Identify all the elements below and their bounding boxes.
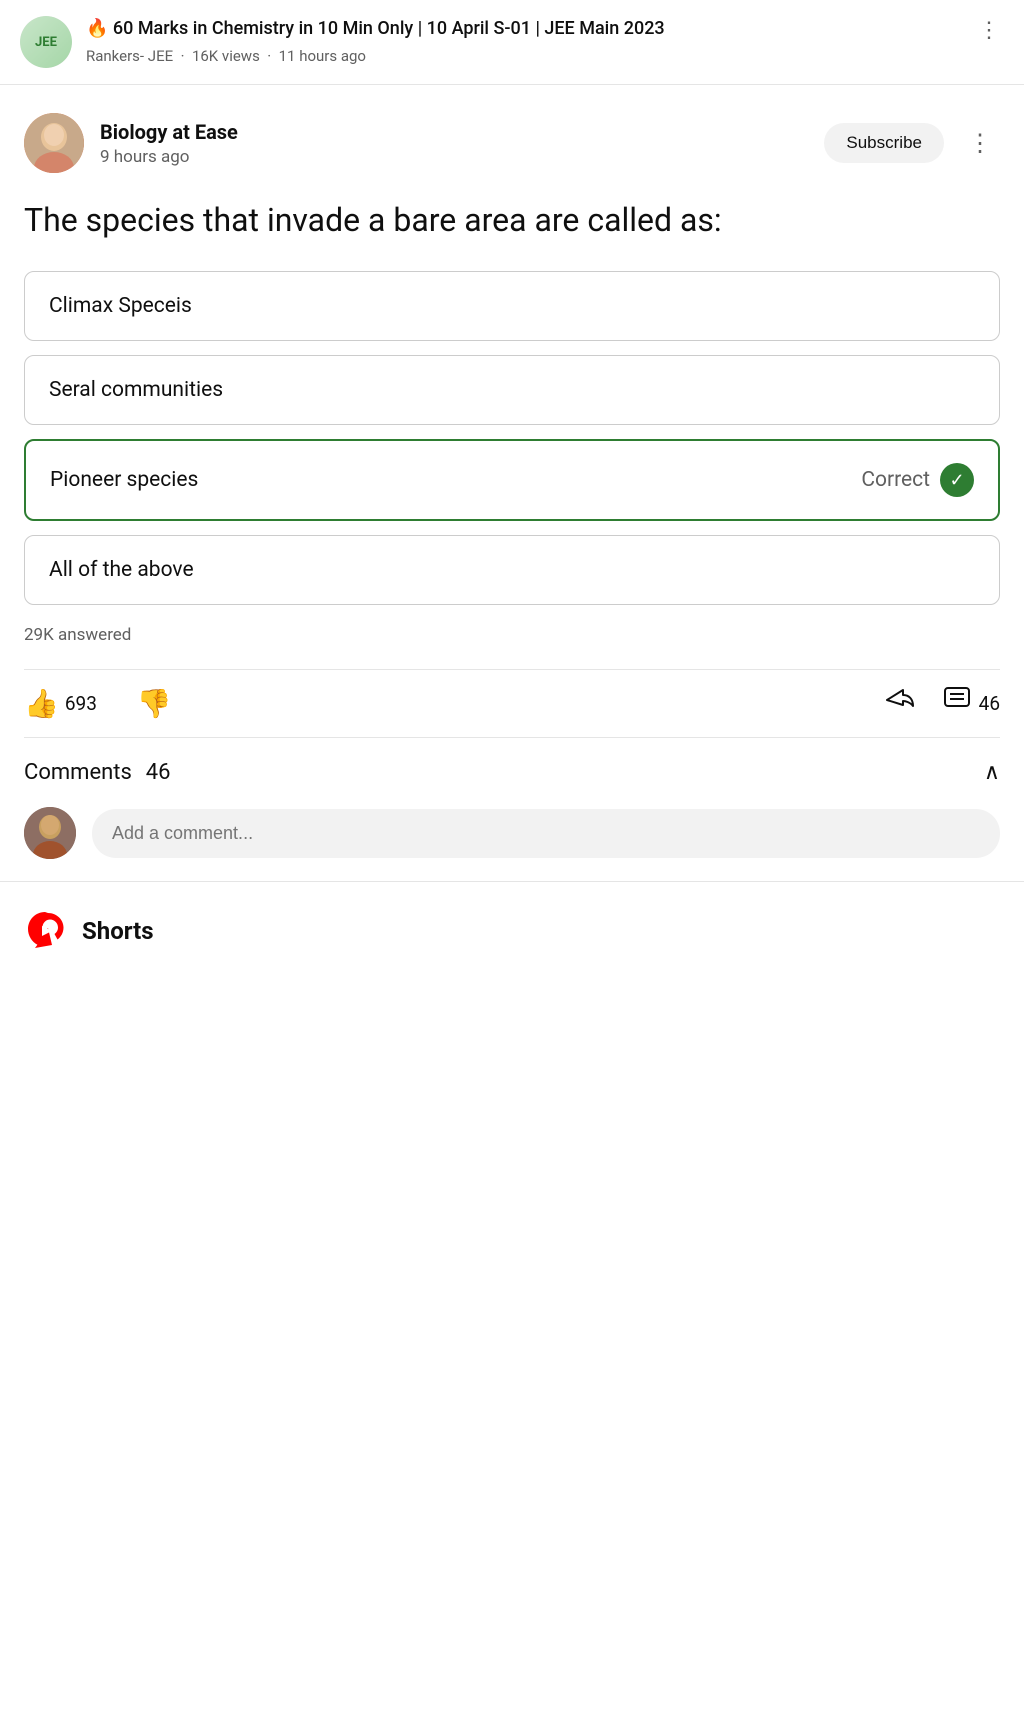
prev-channel-name: Rankers- JEE: [86, 47, 173, 65]
dislike-icon[interactable]: 👎: [137, 687, 172, 720]
channel-header: Biology at Ease 9 hours ago Subscribe ⋮: [24, 113, 1000, 173]
comments-title: Comments: [24, 760, 132, 785]
channel-info: Biology at Ease 9 hours ago: [100, 119, 808, 167]
shorts-label: Shorts: [82, 917, 154, 945]
option-b[interactable]: Seral communities: [24, 355, 1000, 425]
options-list: Climax Speceis Seral communities Pioneer…: [24, 271, 1000, 605]
action-bar: 👍 693 👎 46: [24, 669, 1000, 738]
comment-count-action: 46: [979, 692, 1000, 715]
correct-text: Correct: [861, 468, 930, 492]
prev-video-card: JEE 🔥 60 Marks in Chemistry in 10 Min On…: [0, 0, 1024, 85]
post-card: Biology at Ease 9 hours ago Subscribe ⋮ …: [0, 85, 1024, 881]
dislike-group: 👎: [137, 687, 172, 720]
prev-video-info: 🔥 60 Marks in Chemistry in 10 Min Only |…: [86, 16, 960, 65]
commenter-avatar: [24, 807, 76, 859]
prev-video-title[interactable]: 🔥 60 Marks in Chemistry in 10 Min Only |…: [86, 16, 960, 41]
comment-input[interactable]: [92, 809, 1000, 858]
option-c[interactable]: Pioneer species Correct ✓: [24, 439, 1000, 521]
like-group: 👍 693: [24, 687, 97, 720]
shorts-bar[interactable]: Shorts: [0, 882, 1024, 980]
comments-header: Comments 46 ∧: [24, 760, 1000, 785]
shorts-logo: [24, 910, 66, 952]
prev-views: 16K views: [192, 47, 260, 65]
comments-title-group: Comments 46: [24, 760, 171, 785]
channel-avatar[interactable]: [24, 113, 84, 173]
answered-count: 29K answered: [24, 625, 1000, 645]
prev-video-meta: Rankers- JEE · 16K views · 11 hours ago: [86, 47, 960, 65]
option-b-text: Seral communities: [49, 378, 223, 402]
channel-name[interactable]: Biology at Ease: [100, 119, 808, 145]
prev-video-avatar-inner: JEE: [20, 16, 72, 68]
option-a-text: Climax Speceis: [49, 294, 192, 318]
option-d[interactable]: All of the above: [24, 535, 1000, 605]
channel-avatar-image: [24, 113, 84, 173]
comments-section: Comments 46 ∧: [24, 738, 1000, 881]
share-icon[interactable]: [885, 686, 915, 721]
comment-icon-group: 46: [943, 686, 1000, 721]
comment-input-row: [24, 807, 1000, 859]
question-text: The species that invade a bare area are …: [24, 197, 1000, 243]
channel-time: 9 hours ago: [100, 147, 808, 167]
prev-time-ago: 11 hours ago: [279, 47, 366, 65]
post-more-button[interactable]: ⋮: [960, 123, 1000, 163]
comments-count-badge: 46: [146, 760, 171, 785]
correct-check-icon: ✓: [940, 463, 974, 497]
like-count: 693: [65, 692, 97, 715]
comment-icon[interactable]: [943, 686, 971, 721]
commenter-avatar-image: [24, 807, 76, 859]
option-c-text: Pioneer species: [50, 468, 198, 492]
option-a[interactable]: Climax Speceis: [24, 271, 1000, 341]
option-d-text: All of the above: [49, 558, 194, 582]
prev-video-avatar: JEE: [20, 16, 72, 68]
like-icon[interactable]: 👍: [24, 687, 59, 720]
action-right: 46: [885, 686, 1000, 721]
subscribe-button[interactable]: Subscribe: [824, 123, 944, 163]
collapse-icon[interactable]: ∧: [984, 760, 1000, 785]
correct-label: Correct ✓: [861, 463, 974, 497]
prev-video-more-button[interactable]: ⋮: [974, 16, 1004, 46]
